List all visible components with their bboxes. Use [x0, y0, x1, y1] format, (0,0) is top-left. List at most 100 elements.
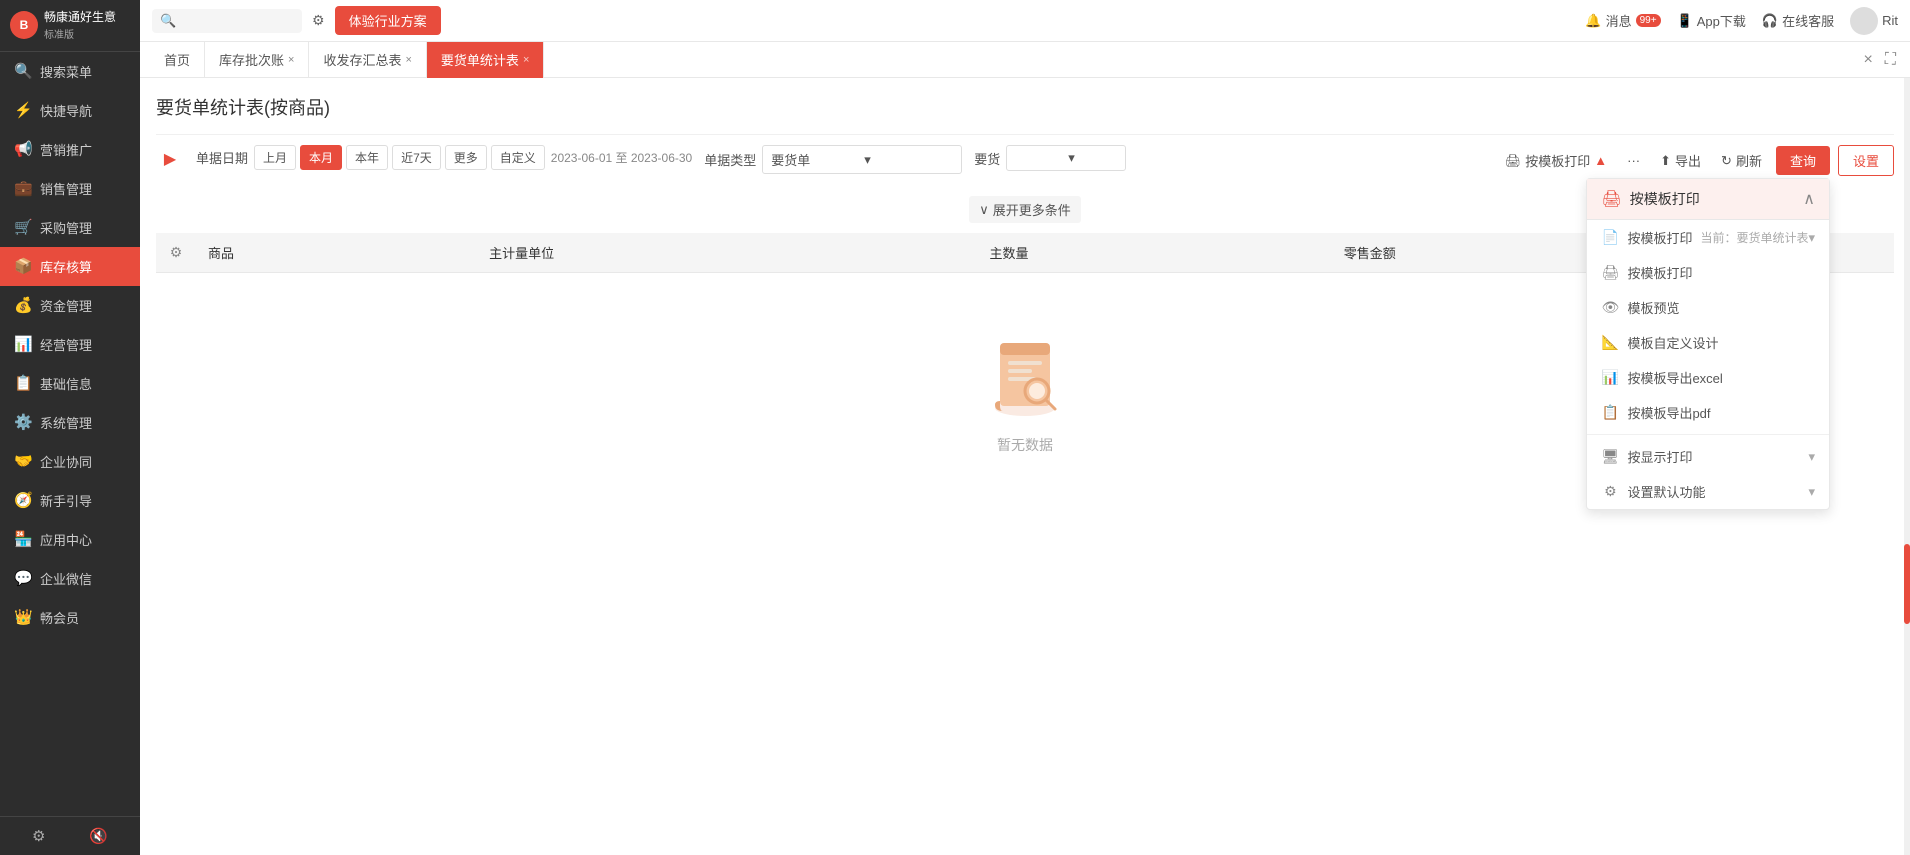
crown-icon: 👑	[14, 608, 32, 626]
query-button[interactable]: 查询	[1776, 146, 1830, 175]
order-type-label: 单据类型	[704, 150, 756, 169]
sidebar-item-label: 资金管理	[40, 296, 92, 315]
order-type-filter-group: 单据类型 要货单 ▾	[704, 145, 962, 174]
display-icon: 🖥	[1601, 448, 1619, 465]
settings-button[interactable]: 设置	[1838, 145, 1894, 176]
user-avatar[interactable]: Rit	[1850, 7, 1898, 35]
export-pdf-item[interactable]: 📋 按模板导出pdf	[1587, 395, 1829, 430]
sidebar-item-purchase[interactable]: 🛒 采购管理	[0, 208, 140, 247]
sidebar-item-collab[interactable]: 🤝 企业协同	[0, 442, 140, 481]
chevron-down-icon: ▾	[1808, 484, 1815, 500]
template-preview-item[interactable]: 👁 模板预览	[1587, 290, 1829, 325]
tab-collect[interactable]: 收发存汇总表 ×	[309, 42, 426, 78]
sidebar-item-system[interactable]: ⚙️ 系统管理	[0, 403, 140, 442]
sound-icon[interactable]: 🔇	[89, 827, 108, 845]
gear-icon: ⚙️	[14, 413, 32, 431]
export-excel-label: 按模板导出excel	[1627, 368, 1722, 387]
close-icon[interactable]: ×	[405, 54, 411, 66]
handshake-icon: 🤝	[14, 452, 32, 470]
date-btn-this-year[interactable]: 本年	[346, 145, 388, 170]
maximize-icon[interactable]: ⛶	[1881, 47, 1900, 73]
date-range-display: 2023-06-01 至 2023-06-30	[551, 149, 692, 166]
tabs-actions: × ⛶	[1859, 47, 1910, 73]
close-tab-icon[interactable]: ×	[1859, 47, 1876, 73]
sidebar-item-wechat[interactable]: 💬 企业微信	[0, 559, 140, 598]
th-unit: 主计量单位	[477, 233, 977, 273]
sidebar-item-base[interactable]: 📋 基础信息	[0, 364, 140, 403]
sidebar-item-sales[interactable]: 💼 销售管理	[0, 169, 140, 208]
date-buttons: 上月 本月 本年 近7天 更多 自定义	[254, 145, 545, 170]
settings-bottom-icon[interactable]: ⚙	[32, 827, 45, 845]
export-icon: ⬆	[1660, 153, 1671, 169]
tab-home[interactable]: 首页	[150, 42, 205, 78]
messages-button[interactable]: 🔔 消息 99+	[1585, 11, 1660, 30]
expand-more-button[interactable]: ∨ 展开更多条件	[969, 196, 1081, 223]
sidebar-item-finance[interactable]: 💰 资金管理	[0, 286, 140, 325]
sidebar-item-appstore[interactable]: 🏪 应用中心	[0, 520, 140, 559]
set-default-item[interactable]: ⚙ 设置默认功能 ▾	[1587, 474, 1829, 509]
excel-icon: 📊	[1601, 369, 1619, 386]
tab-label: 库存批次账	[219, 50, 284, 69]
trial-button[interactable]: 体验行业方案	[335, 6, 441, 35]
dropdown-close-button[interactable]: ∧	[1803, 189, 1815, 209]
export-button[interactable]: ⬆ 导出	[1654, 147, 1707, 174]
messages-label: 消息	[1606, 11, 1632, 30]
current-template-item[interactable]: 📄 按模板打印 当前：要货单统计表 ▾	[1587, 220, 1829, 255]
th-settings[interactable]: ⚙	[156, 233, 196, 273]
box-icon: 📦	[14, 257, 32, 275]
date-btn-custom[interactable]: 自定义	[491, 145, 545, 170]
topbar-search-box[interactable]: 🔍	[152, 9, 302, 33]
custom-design-item[interactable]: 📐 模板自定义设计	[1587, 325, 1829, 360]
chevron-down-icon: ▾	[1808, 230, 1815, 246]
custom-design-label: 模板自定义设计	[1627, 333, 1718, 352]
sidebar-item-marketing[interactable]: 📢 营销推广	[0, 130, 140, 169]
date-btn-more[interactable]: 更多	[445, 145, 487, 170]
more-options-button[interactable]: ···	[1621, 149, 1646, 172]
bell-icon: 🔔	[1585, 13, 1601, 29]
date-label: 单据日期	[196, 148, 248, 167]
more-icon: ···	[1627, 153, 1640, 168]
tab-order-stat[interactable]: 要货单统计表 ×	[427, 42, 544, 78]
customer-service-button[interactable]: 🎧 在线客服	[1762, 11, 1834, 30]
refresh-button[interactable]: ↻ 刷新	[1715, 147, 1768, 174]
date-btn-this-month[interactable]: 本月	[300, 145, 342, 170]
order-type-select[interactable]: 要货单 ▾	[762, 145, 962, 174]
right-scrollbar[interactable]	[1904, 78, 1910, 855]
print-template-label: 按模板打印	[1525, 151, 1590, 170]
goods-select[interactable]: ▾	[1006, 145, 1126, 171]
display-print-item[interactable]: 🖥 按显示打印 ▾	[1587, 439, 1829, 474]
topbar-right: 🔔 消息 99+ 📱 App下载 🎧 在线客服 Rit	[1585, 7, 1898, 35]
sidebar-item-label: 企业微信	[40, 569, 92, 588]
user-name: Rit	[1882, 13, 1898, 28]
page-title: 要货单统计表(按商品)	[156, 94, 1894, 120]
sidebar-item-operation[interactable]: 📊 经营管理	[0, 325, 140, 364]
expand-button[interactable]: ▶	[156, 145, 184, 173]
date-btn-prev-month[interactable]: 上月	[254, 145, 296, 170]
sidebar-item-shortcut[interactable]: ⚡ 快捷导航	[0, 91, 140, 130]
tabs-bar: 首页 库存批次账 × 收发存汇总表 × 要货单统计表 × × ⛶	[140, 42, 1910, 78]
app-download-button[interactable]: 📱 App下载	[1677, 11, 1746, 30]
export-excel-item[interactable]: 📊 按模板导出excel	[1587, 360, 1829, 395]
close-icon[interactable]: ×	[523, 54, 529, 66]
design-icon: 📐	[1601, 334, 1619, 351]
chart-icon: 📊	[14, 335, 32, 353]
sidebar-item-search[interactable]: 🔍 搜索菜单	[0, 52, 140, 91]
compass-icon: 🧭	[14, 491, 32, 509]
search-input[interactable]	[180, 14, 260, 28]
print-template-item[interactable]: 🖨 按模板打印	[1587, 255, 1829, 290]
sidebar-item-member[interactable]: 👑 畅会员	[0, 598, 140, 637]
phone-icon: 📱	[1677, 13, 1693, 29]
sidebar-item-inventory[interactable]: 📦 库存核算	[0, 247, 140, 286]
headset-icon: 🎧	[1762, 13, 1778, 29]
sidebar-item-guide[interactable]: 🧭 新手引导	[0, 481, 140, 520]
settings-icon: ⚙	[170, 244, 183, 260]
close-icon[interactable]: ×	[288, 54, 294, 66]
chat-icon: 💬	[14, 569, 32, 587]
dropdown-divider	[1587, 434, 1829, 435]
topbar-gear-icon[interactable]: ⚙	[312, 12, 325, 29]
gear-icon: ⚙	[1601, 483, 1619, 500]
tab-batch[interactable]: 库存批次账 ×	[205, 42, 309, 78]
print-template-button[interactable]: 🖨 按模板打印 ▲	[1499, 147, 1613, 174]
sidebar-item-label: 搜索菜单	[40, 62, 92, 81]
date-btn-7days[interactable]: 近7天	[392, 145, 441, 170]
